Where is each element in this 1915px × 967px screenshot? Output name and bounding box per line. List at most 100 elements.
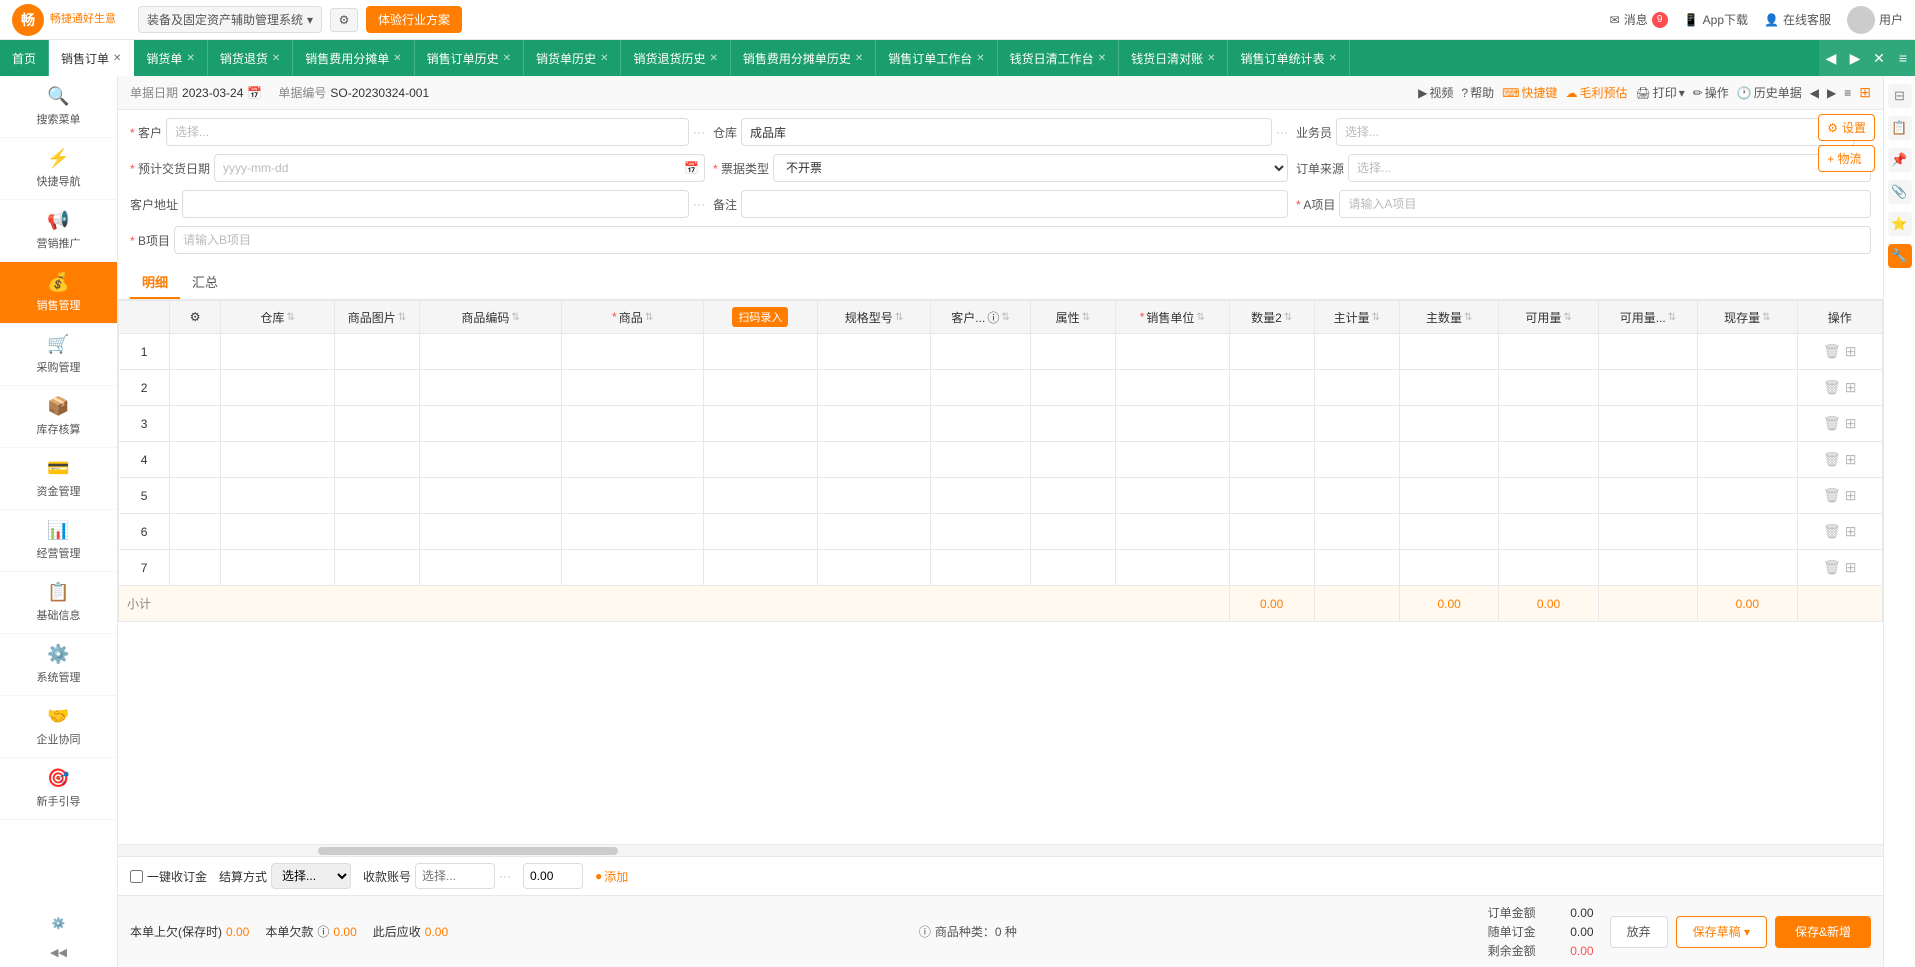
row-1-delete-icon[interactable]: 🗑 [1823, 343, 1841, 360]
layout-btn[interactable]: ≡ [1844, 86, 1851, 100]
add-logistics-btn[interactable]: + 物流 [1818, 145, 1875, 172]
sidebar-item-marketing[interactable]: 📢 营销推广 [0, 200, 117, 262]
tab-invoice-history-close[interactable]: ✕ [600, 53, 608, 64]
save-draft-btn[interactable]: 保存草稿 ▾ [1676, 916, 1767, 948]
sidebar-item-purchase[interactable]: 🛒 采购管理 [0, 324, 117, 386]
tab-order-history[interactable]: 销售订单历史 ✕ [415, 40, 524, 76]
tab-detail[interactable]: 明细 [130, 266, 180, 299]
tab-home[interactable]: 首页 [0, 40, 49, 76]
help-btn[interactable]: ? 帮助 [1461, 84, 1494, 101]
b-project-input[interactable] [174, 226, 1871, 254]
right-icon-6[interactable]: 🔧 [1888, 244, 1912, 268]
nav-next-form-btn[interactable]: ▶ [1827, 86, 1836, 100]
sidebar-item-quicknav[interactable]: ⚡ 快捷导航 [0, 138, 117, 200]
sidebar-item-inventory[interactable]: 📦 库存核算 [0, 386, 117, 448]
row-1-attr[interactable] [1030, 334, 1115, 370]
history-btn[interactable]: 🕐 历史单据 [1737, 84, 1802, 101]
sidebar-item-guide[interactable]: 🎯 新手引导 [0, 758, 117, 820]
right-icon-4[interactable]: 📎 [1888, 180, 1912, 204]
profit-btn[interactable]: ☁ 毛利预估 [1565, 84, 1627, 101]
shortcut-btn[interactable]: ⌨ 快捷键 [1502, 84, 1557, 101]
th-img[interactable]: 商品图片 ⇅ [334, 301, 419, 334]
tab-sales-return[interactable]: 销货退货 ✕ [208, 40, 293, 76]
th-product[interactable]: * 商品 ⇅ [562, 301, 704, 334]
tab-daily-workbench[interactable]: 钱货日清工作台 ✕ [998, 40, 1119, 76]
sidebar-item-operations[interactable]: 📊 经营管理 [0, 510, 117, 572]
row-1-spec[interactable] [817, 334, 931, 370]
row-3-qty2[interactable] [1229, 406, 1314, 442]
th-gear[interactable]: ⚙ [170, 301, 221, 334]
scan-btn[interactable]: 扫码录入 [732, 307, 788, 327]
note-input[interactable] [741, 190, 1288, 218]
row-1-qty2[interactable] [1229, 334, 1314, 370]
staff-input[interactable] [1336, 118, 1855, 146]
scroll-bar-inner[interactable] [318, 847, 618, 855]
tab-sales-invoice[interactable]: 销货单 ✕ [134, 40, 207, 76]
sidebar-item-basic-info[interactable]: 📋 基础信息 [0, 572, 117, 634]
discard-btn[interactable]: 放弃 [1610, 916, 1668, 948]
row-2-main-qty[interactable] [1399, 370, 1498, 406]
industry-btn[interactable]: 体验行业方案 [366, 6, 462, 33]
right-icon-3[interactable]: 📌 [1888, 148, 1912, 172]
sidebar-item-system[interactable]: ⚙️ 系统管理 [0, 634, 117, 696]
right-icon-5[interactable]: ⭐ [1888, 212, 1912, 236]
a-project-input[interactable] [1339, 190, 1871, 218]
row-2-copy-icon[interactable]: ⊞ [1845, 379, 1857, 396]
row-2-attr[interactable] [1030, 370, 1115, 406]
tab-order-workbench-close[interactable]: ✕ [976, 53, 984, 64]
delivery-cal-icon[interactable]: 📅 [684, 161, 699, 175]
addr-more-icon[interactable]: ··· [693, 197, 705, 211]
row-1-warehouse[interactable] [221, 334, 335, 370]
invoice-type-select[interactable]: 不开票 专票 普票 [773, 154, 1288, 182]
tab-sales-invoice-close[interactable]: ✕ [186, 53, 194, 64]
row-2-qty2[interactable] [1229, 370, 1314, 406]
th-attr[interactable]: 属性 ⇅ [1030, 301, 1115, 334]
tab-sales-return-close[interactable]: ✕ [272, 53, 280, 64]
row-1-unit[interactable] [1115, 334, 1229, 370]
th-qty2[interactable]: 数量2 ⇅ [1229, 301, 1314, 334]
row-3-unit[interactable] [1115, 406, 1229, 442]
th-avail2[interactable]: 可用量... ⇅ [1598, 301, 1697, 334]
app-download-btn[interactable]: 📱 App下载 [1684, 11, 1748, 28]
tab-fee-split[interactable]: 销售费用分摊单 ✕ [293, 40, 414, 76]
calendar-icon[interactable]: 📅 [247, 86, 262, 100]
tab-daily-workbench-close[interactable]: ✕ [1098, 53, 1106, 64]
one-click-checkout-checkbox[interactable] [130, 870, 143, 883]
tab-fee-history-close[interactable]: ✕ [855, 53, 863, 64]
right-icon-1[interactable]: ⊟ [1888, 84, 1912, 108]
row-2-customer-code[interactable] [931, 370, 1030, 406]
th-warehouse[interactable]: 仓库 ⇅ [221, 301, 335, 334]
sidebar-item-search[interactable]: 🔍 搜索菜单 [0, 76, 117, 138]
row-3-main-qty[interactable] [1399, 406, 1498, 442]
th-scan[interactable]: 扫码录入 [704, 301, 818, 334]
row-2-delete-icon[interactable]: 🗑 [1823, 379, 1841, 396]
row-1-product[interactable] [562, 334, 704, 370]
nav-next-btn[interactable]: ▶ [1843, 40, 1867, 76]
tab-reconciliation[interactable]: 钱货日清对账 ✕ [1119, 40, 1228, 76]
sidebar-item-sales[interactable]: 💰 销售管理 [0, 262, 117, 324]
tab-return-history[interactable]: 销货退货历史 ✕ [621, 40, 730, 76]
th-code[interactable]: 商品编码 ⇅ [420, 301, 562, 334]
row-3-product[interactable] [562, 406, 704, 442]
sidebar-collapse-btn[interactable]: ◀◀ [0, 938, 117, 967]
account-more-icon[interactable]: ··· [499, 869, 511, 883]
row-1-code[interactable] [420, 334, 562, 370]
account-input[interactable] [415, 863, 495, 889]
nav-close-btn[interactable]: ✕ [1867, 40, 1891, 76]
tab-sales-order[interactable]: 销售订单 ✕ [49, 40, 134, 76]
row-1-customer-code[interactable] [931, 334, 1030, 370]
nav-menu-btn[interactable]: ≡ [1891, 40, 1915, 76]
th-main-qty[interactable]: 主数量 ⇅ [1399, 301, 1498, 334]
row-1-main-qty[interactable] [1399, 334, 1498, 370]
sidebar-item-finance[interactable]: 💳 资金管理 [0, 448, 117, 510]
settlement-select[interactable]: 选择... [271, 863, 351, 889]
th-main-unit[interactable]: 主计量 ⇅ [1314, 301, 1399, 334]
row-4-delete-icon[interactable]: 🗑 [1823, 451, 1841, 468]
expand-btn[interactable]: ⊞ [1859, 84, 1871, 101]
tab-stats-close[interactable]: ✕ [1329, 53, 1337, 64]
row-6-copy-icon[interactable]: ⊞ [1845, 523, 1857, 540]
system-selector[interactable]: 装备及固定资产辅助管理系统 ▾ [138, 6, 322, 33]
tab-sales-order-close[interactable]: ✕ [113, 53, 121, 64]
tab-order-history-close[interactable]: ✕ [503, 53, 511, 64]
user-btn[interactable]: 用户 [1847, 6, 1903, 34]
